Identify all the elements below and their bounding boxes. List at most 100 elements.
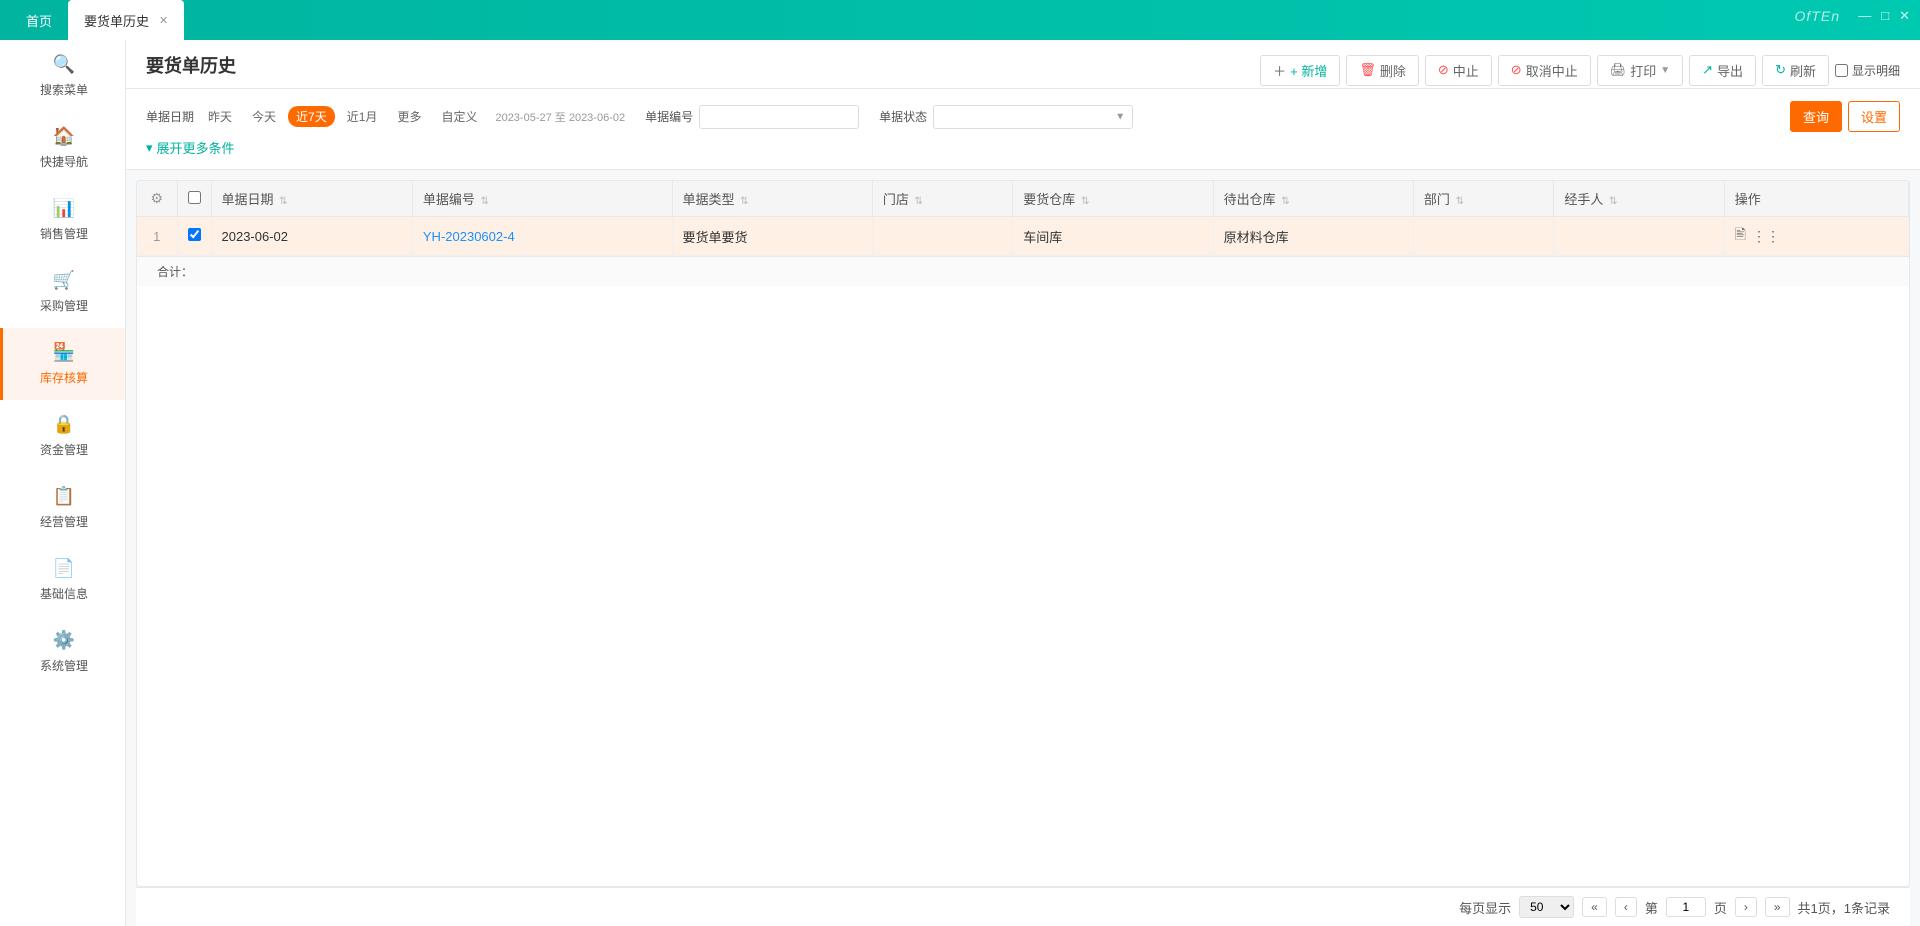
- next-page-button[interactable]: ›: [1735, 897, 1757, 917]
- sidebar-item-sales-mgmt[interactable]: 📊 销售管理: [0, 184, 125, 256]
- row-doc-date: 2023-06-02: [211, 217, 412, 256]
- sidebar-item-inventory[interactable]: 🏪 库存核算: [0, 328, 125, 400]
- sort-department-icon[interactable]: ⇅: [1456, 196, 1464, 207]
- sort-doc-type-icon[interactable]: ⇅: [740, 196, 748, 207]
- row-doc-no-link[interactable]: YH-20230602-4: [423, 229, 515, 244]
- sort-pending-warehouse-icon[interactable]: ⇅: [1281, 196, 1289, 207]
- row-action-icons: 🖹 ⋮⋮: [1735, 224, 1898, 248]
- sidebar-item-finance-mgmt[interactable]: 🔒 资金管理: [0, 400, 125, 472]
- sort-doc-no-icon[interactable]: ⇅: [481, 196, 489, 207]
- tab-requisition-history[interactable]: 要货单历史 ✕: [68, 0, 184, 40]
- refresh-icon: ↻: [1775, 62, 1786, 78]
- doc-status-filter: 单据状态 ▼: [879, 105, 1133, 129]
- window-controls: — □ ✕: [1858, 8, 1910, 24]
- sort-store-icon[interactable]: ⇅: [914, 196, 922, 207]
- date-options: 昨天 今天 近7天 近1月 更多 自定义: [200, 106, 485, 127]
- doc-date-label: 单据日期: [146, 108, 194, 125]
- sidebar-item-system-mgmt[interactable]: ⚙️ 系统管理: [0, 616, 125, 688]
- plus-icon: ＋: [1273, 61, 1286, 80]
- select-all-checkbox[interactable]: [188, 191, 201, 204]
- table-settings-icon[interactable]: ⚙: [150, 190, 163, 206]
- row-doc-type: 要货单要货: [672, 217, 872, 256]
- col-department: 部门 ⇅: [1413, 181, 1553, 217]
- expand-more-btn[interactable]: ▾ 展开更多条件: [146, 138, 1900, 157]
- date-opt-custom[interactable]: 自定义: [433, 106, 485, 127]
- table-area: ⚙ 单据日期 ⇅ 单据编号 ⇅: [136, 180, 1910, 887]
- operation-mgmt-icon: 📋: [53, 486, 75, 507]
- new-button[interactable]: ＋ + 新增: [1260, 55, 1340, 86]
- suspend-button[interactable]: ⊘ 中止: [1425, 55, 1492, 86]
- close-button[interactable]: ✕: [1899, 8, 1910, 24]
- sidebar-item-basic-info-label: 基础信息: [40, 585, 88, 602]
- last-page-button[interactable]: »: [1765, 897, 1790, 917]
- row-doc-no: YH-20230602-4: [412, 217, 672, 256]
- tab-close-icon[interactable]: ✕: [159, 14, 168, 27]
- system-mgmt-icon: ⚙️: [53, 630, 75, 651]
- minimize-button[interactable]: —: [1858, 8, 1871, 24]
- row-action-cell: 🖹 ⋮⋮: [1724, 217, 1908, 256]
- toolbar: ＋ + 新增 🗑 删除 ⊘ 中止 ⊘ 取消中止: [1260, 55, 1900, 86]
- sort-handler-icon[interactable]: ⇅: [1609, 196, 1617, 207]
- sidebar-item-quick-nav[interactable]: 🏠 快捷导航: [0, 112, 125, 184]
- search-menu-icon: 🔍: [53, 54, 75, 75]
- sort-doc-date-icon[interactable]: ⇅: [279, 196, 287, 207]
- finance-mgmt-icon: 🔒: [53, 414, 75, 435]
- filter-actions: 查询 设置: [1790, 101, 1900, 132]
- row-store: [872, 217, 1012, 256]
- col-action: 操作: [1724, 181, 1908, 217]
- tab-home[interactable]: 首页: [10, 0, 68, 40]
- page-end-label: 页: [1714, 898, 1727, 917]
- sidebar-item-operation-mgmt[interactable]: 📋 经营管理: [0, 472, 125, 544]
- sidebar-item-system-mgmt-label: 系统管理: [40, 657, 88, 674]
- sidebar-item-purchase-mgmt[interactable]: 🛒 采购管理: [0, 256, 125, 328]
- row-checkbox[interactable]: [188, 228, 201, 241]
- page-label: 第: [1645, 898, 1658, 917]
- first-page-button[interactable]: «: [1582, 897, 1607, 917]
- date-opt-more[interactable]: 更多: [389, 106, 429, 127]
- per-page-label: 每页显示: [1459, 898, 1511, 917]
- cancel-suspend-icon: ⊘: [1511, 62, 1522, 78]
- row-view-icon[interactable]: 🖹: [1735, 224, 1746, 248]
- table-header-row: ⚙ 单据日期 ⇅ 单据编号 ⇅: [137, 181, 1909, 217]
- col-doc-no: 单据编号 ⇅: [412, 181, 672, 217]
- date-opt-7days[interactable]: 近7天: [288, 106, 335, 127]
- date-opt-1month[interactable]: 近1月: [339, 106, 386, 127]
- date-opt-today[interactable]: 今天: [244, 106, 284, 127]
- top-bar: 首页 要货单历史 ✕ OfTEn — □ ✕: [0, 0, 1920, 40]
- refresh-button[interactable]: ↻ 刷新: [1762, 55, 1829, 86]
- cancel-suspend-button[interactable]: ⊘ 取消中止: [1498, 55, 1591, 86]
- quick-nav-icon: 🏠: [53, 126, 75, 147]
- basic-info-icon: 📄: [53, 558, 75, 579]
- settings-filter-button[interactable]: 设置: [1848, 101, 1900, 132]
- main-layout: 🔍 搜索菜单 🏠 快捷导航 📊 销售管理 🛒 采购管理 🏪 库存核算 🔒 资金管…: [0, 40, 1920, 926]
- table-footer: 合计：: [137, 256, 1909, 286]
- col-doc-date: 单据日期 ⇅: [211, 181, 412, 217]
- tab-home-label: 首页: [26, 11, 52, 30]
- sidebar-item-search-menu[interactable]: 🔍 搜索菜单: [0, 40, 125, 112]
- row-num: 1: [137, 217, 177, 256]
- expand-more-icon: ▾: [146, 140, 153, 156]
- maximize-button[interactable]: □: [1881, 8, 1889, 24]
- sidebar-item-basic-info[interactable]: 📄 基础信息: [0, 544, 125, 616]
- print-button[interactable]: 🖨 打印 ▼: [1597, 55, 1683, 86]
- print-icon: 🖨: [1610, 62, 1627, 78]
- table-row: 1 2023-06-02 YH-20230602-4 要货单要货 车间库: [137, 217, 1909, 256]
- export-button[interactable]: ↗ 导出: [1689, 55, 1756, 86]
- prev-page-button[interactable]: ‹: [1615, 897, 1637, 917]
- show-detail-checkbox-label[interactable]: 显示明细: [1835, 62, 1900, 79]
- delete-button[interactable]: 🗑 删除: [1346, 55, 1419, 86]
- doc-no-input[interactable]: [699, 105, 859, 129]
- show-detail-checkbox[interactable]: [1835, 64, 1848, 77]
- sort-req-warehouse-icon[interactable]: ⇅: [1081, 196, 1089, 207]
- col-req-warehouse: 要货仓库 ⇅: [1013, 181, 1213, 217]
- date-range-display: 2023-05-27 至 2023-06-02: [495, 109, 625, 125]
- row-more-icon[interactable]: ⋮⋮: [1752, 228, 1780, 245]
- sidebar-item-sales-mgmt-label: 销售管理: [40, 225, 88, 242]
- date-opt-yesterday[interactable]: 昨天: [200, 106, 240, 127]
- page-number-input[interactable]: [1666, 897, 1706, 917]
- per-page-select[interactable]: 10 20 50 100: [1519, 896, 1574, 918]
- query-button[interactable]: 查询: [1790, 101, 1842, 132]
- doc-status-input[interactable]: [933, 105, 1133, 129]
- filter-area: 单据日期 昨天 今天 近7天 近1月 更多 自定义 2023-05-27 至 2…: [126, 89, 1920, 170]
- col-settings: ⚙: [137, 181, 177, 217]
